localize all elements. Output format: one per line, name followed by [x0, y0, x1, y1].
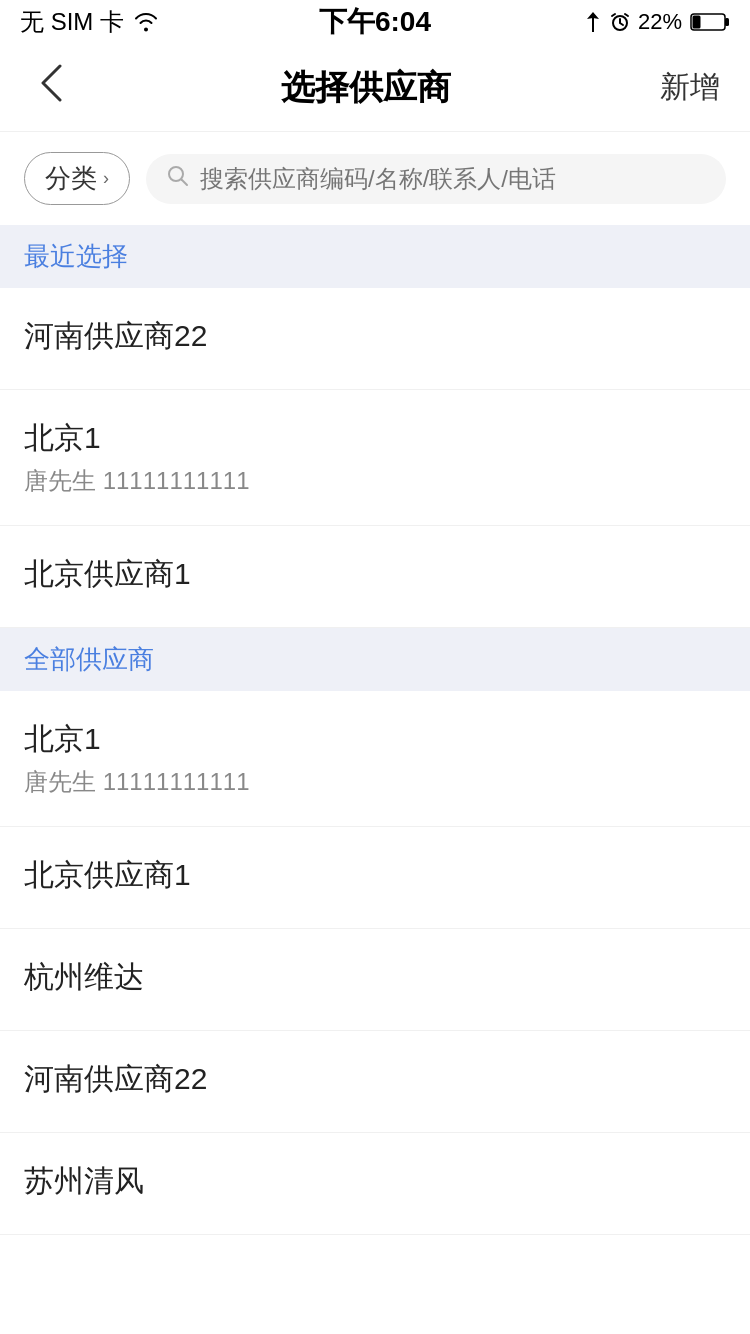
item-sub: 唐先生 11111111111	[24, 766, 726, 798]
chevron-right-icon: ›	[103, 168, 109, 189]
status-carrier: 无 SIM 卡	[20, 6, 160, 38]
recent-list: 河南供应商22 北京1 唐先生 11111111111 北京供应商1	[0, 288, 750, 628]
search-icon	[166, 164, 190, 194]
alarm-icon	[610, 11, 630, 33]
search-box	[146, 154, 726, 204]
recent-section-label: 最近选择	[24, 241, 128, 271]
category-label: 分类	[45, 161, 97, 196]
nav-bar: 选择供应商 新增	[0, 44, 750, 132]
location-icon	[584, 11, 602, 33]
list-item[interactable]: 苏州清风	[0, 1133, 750, 1235]
wifi-icon	[132, 11, 160, 33]
list-item[interactable]: 河南供应商22	[0, 288, 750, 390]
page-title: 选择供应商	[281, 65, 451, 111]
status-right: 22%	[584, 9, 730, 35]
item-sub: 唐先生 11111111111	[24, 465, 726, 497]
battery-percent: 22%	[638, 9, 682, 35]
status-bar: 无 SIM 卡 下午6:04 22%	[0, 0, 750, 44]
item-name: 北京1	[24, 719, 726, 760]
all-section-header: 全部供应商	[0, 628, 750, 691]
battery-icon	[690, 12, 730, 32]
all-list: 北京1 唐先生 11111111111 北京供应商1 杭州维达河南供应商22 苏州清风	[0, 691, 750, 1235]
item-name: 北京供应商1	[24, 855, 726, 896]
item-name: 河南供应商22	[24, 1059, 726, 1100]
item-name: 苏州清风	[24, 1161, 726, 1202]
search-input[interactable]	[200, 165, 706, 193]
list-item[interactable]: 北京供应商1	[0, 827, 750, 929]
category-button[interactable]: 分类 ›	[24, 152, 130, 205]
list-item[interactable]: 杭州维达	[0, 929, 750, 1031]
svg-rect-2	[725, 18, 729, 26]
item-name: 北京供应商1	[24, 554, 726, 595]
list-item[interactable]: 北京供应商1	[0, 526, 750, 628]
list-item[interactable]: 北京1 唐先生 11111111111	[0, 691, 750, 827]
svg-rect-3	[693, 16, 701, 29]
all-section-label: 全部供应商	[24, 644, 154, 674]
item-name: 河南供应商22	[24, 316, 726, 357]
recent-section-header: 最近选择	[0, 225, 750, 288]
status-time: 下午6:04	[319, 3, 431, 41]
item-name: 杭州维达	[24, 957, 726, 998]
filter-bar: 分类 ›	[0, 132, 750, 225]
list-item[interactable]: 河南供应商22	[0, 1031, 750, 1133]
item-name: 北京1	[24, 418, 726, 459]
list-item[interactable]: 北京1 唐先生 11111111111	[0, 390, 750, 526]
add-button[interactable]: 新增	[660, 67, 720, 108]
back-button[interactable]	[30, 54, 72, 121]
